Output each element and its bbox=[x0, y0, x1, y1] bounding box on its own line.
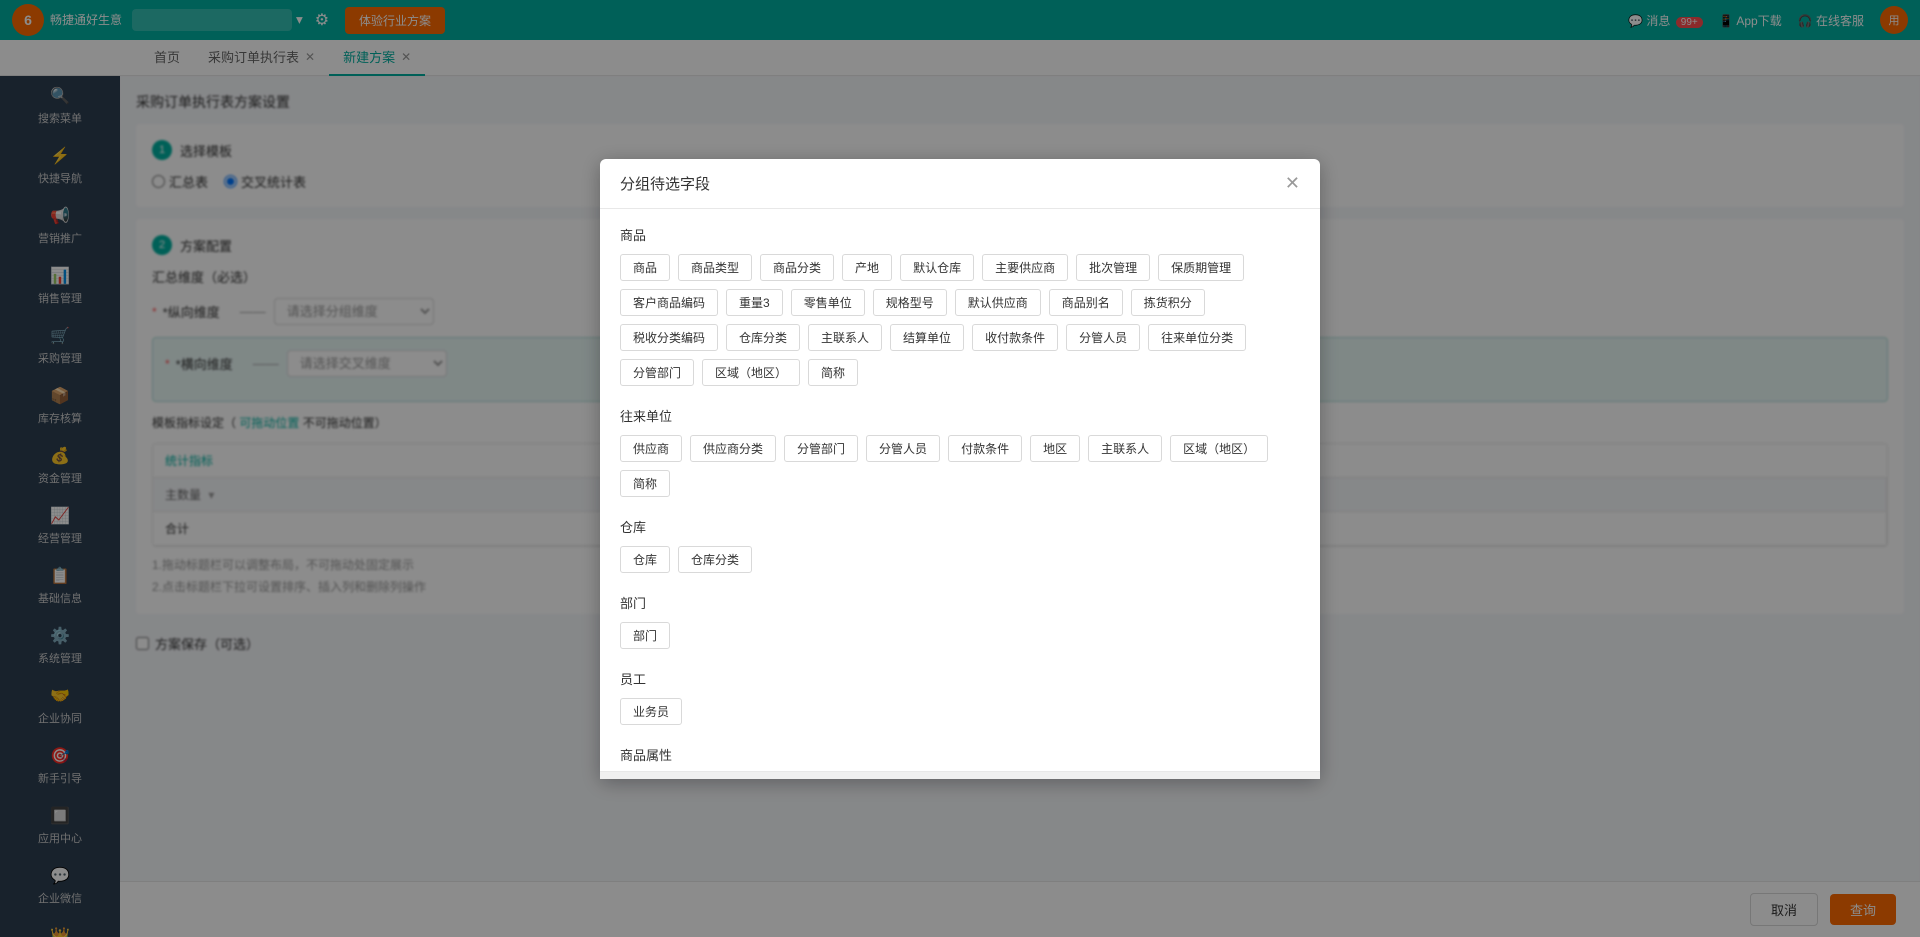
modal-title: 分组待选字段 bbox=[620, 173, 710, 194]
field-section-warehouse: 仓库 仓库 仓库分类 bbox=[620, 517, 1300, 573]
field-tag-settlement-unit[interactable]: 结算单位 bbox=[890, 324, 964, 351]
field-tag-supplier-category[interactable]: 供应商分类 bbox=[690, 435, 776, 462]
field-section-partner: 往来单位 供应商 供应商分类 分管部门 分管人员 付款条件 地区 主联系人 区域… bbox=[620, 406, 1300, 497]
field-tag-goods-alias[interactable]: 商品别名 bbox=[1049, 289, 1123, 316]
goods-field-tags: 商品 商品类型 商品分类 产地 默认仓库 主要供应商 批次管理 保质期管理 客户… bbox=[620, 254, 1300, 386]
field-tag-pick-points[interactable]: 拣货积分 bbox=[1131, 289, 1205, 316]
modal-header: 分组待选字段 ✕ bbox=[600, 159, 1320, 209]
field-tag-managed-dept[interactable]: 分管部门 bbox=[784, 435, 858, 462]
field-tag-default-supplier[interactable]: 默认供应商 bbox=[955, 289, 1041, 316]
field-tag-warehouse-cat[interactable]: 仓库分类 bbox=[678, 546, 752, 573]
field-tag-supplier[interactable]: 供应商 bbox=[620, 435, 682, 462]
field-section-department: 部门 部门 bbox=[620, 593, 1300, 649]
employee-section-title: 员工 bbox=[620, 669, 1300, 688]
dept-section-title: 部门 bbox=[620, 593, 1300, 612]
partner-section-title: 往来单位 bbox=[620, 406, 1300, 425]
field-tag-default-warehouse[interactable]: 默认仓库 bbox=[900, 254, 974, 281]
warehouse-section-title: 仓库 bbox=[620, 517, 1300, 536]
field-tag-region-partner[interactable]: 区域（地区） bbox=[1170, 435, 1268, 462]
partner-field-tags: 供应商 供应商分类 分管部门 分管人员 付款条件 地区 主联系人 区域（地区） … bbox=[620, 435, 1300, 497]
field-tag-main-supplier[interactable]: 主要供应商 bbox=[982, 254, 1068, 281]
field-tag-goods[interactable]: 商品 bbox=[620, 254, 670, 281]
field-tag-short-name[interactable]: 简称 bbox=[808, 359, 858, 386]
field-tag-dept[interactable]: 部门 bbox=[620, 622, 670, 649]
field-tag-main-contact[interactable]: 主联系人 bbox=[808, 324, 882, 351]
field-tag-weight3[interactable]: 重量3 bbox=[726, 289, 783, 316]
field-tag-payment-terms[interactable]: 收付款条件 bbox=[972, 324, 1058, 351]
field-tag-partner-category[interactable]: 往来单位分类 bbox=[1148, 324, 1246, 351]
modal-close-button[interactable]: ✕ bbox=[1285, 173, 1300, 194]
field-select-modal: 分组待选字段 ✕ 商品 商品 商品类型 商品分类 产地 默认仓库 主要供应商 批… bbox=[600, 159, 1320, 779]
field-section-employee: 员工 业务员 bbox=[620, 669, 1300, 725]
field-tag-tax-code[interactable]: 税收分类编码 bbox=[620, 324, 718, 351]
field-section-goods: 商品 商品 商品类型 商品分类 产地 默认仓库 主要供应商 批次管理 保质期管理… bbox=[620, 225, 1300, 386]
field-section-goods-attr: 商品属性 属性 颜色 多规格 尺码 鞋码 1 bbox=[620, 745, 1300, 771]
modal-overlay[interactable]: 分组待选字段 ✕ 商品 商品 商品类型 商品分类 产地 默认仓库 主要供应商 批… bbox=[0, 0, 1920, 937]
field-tag-goods-category[interactable]: 商品分类 bbox=[760, 254, 834, 281]
employee-field-tags: 业务员 bbox=[620, 698, 1300, 725]
field-tag-manager[interactable]: 分管人员 bbox=[1066, 324, 1140, 351]
field-tag-retail-unit[interactable]: 零售单位 bbox=[791, 289, 865, 316]
field-tag-expiry-management[interactable]: 保质期管理 bbox=[1158, 254, 1244, 281]
field-tag-managed-person[interactable]: 分管人员 bbox=[866, 435, 940, 462]
field-tag-customer-goods-code[interactable]: 客户商品编码 bbox=[620, 289, 718, 316]
goods-section-title: 商品 bbox=[620, 225, 1300, 244]
field-tag-dept-managed[interactable]: 分管部门 bbox=[620, 359, 694, 386]
field-tag-warehouse-category[interactable]: 仓库分类 bbox=[726, 324, 800, 351]
field-tag-origin[interactable]: 产地 bbox=[842, 254, 892, 281]
field-tag-main-contact-partner[interactable]: 主联系人 bbox=[1088, 435, 1162, 462]
warehouse-field-tags: 仓库 仓库分类 bbox=[620, 546, 1300, 573]
goods-attr-section-title: 商品属性 bbox=[620, 745, 1300, 764]
field-tag-short-name-partner[interactable]: 简称 bbox=[620, 470, 670, 497]
field-tag-warehouse[interactable]: 仓库 bbox=[620, 546, 670, 573]
field-tag-goods-type[interactable]: 商品类型 bbox=[678, 254, 752, 281]
modal-horizontal-scrollbar[interactable] bbox=[600, 771, 1320, 779]
dept-field-tags: 部门 bbox=[620, 622, 1300, 649]
field-tag-salesperson[interactable]: 业务员 bbox=[620, 698, 682, 725]
field-tag-pay-conditions[interactable]: 付款条件 bbox=[948, 435, 1022, 462]
field-tag-spec-model[interactable]: 规格型号 bbox=[873, 289, 947, 316]
modal-body: 商品 商品 商品类型 商品分类 产地 默认仓库 主要供应商 批次管理 保质期管理… bbox=[600, 209, 1320, 771]
field-tag-region[interactable]: 区域（地区） bbox=[702, 359, 800, 386]
field-tag-area[interactable]: 地区 bbox=[1030, 435, 1080, 462]
field-tag-batch-management[interactable]: 批次管理 bbox=[1076, 254, 1150, 281]
